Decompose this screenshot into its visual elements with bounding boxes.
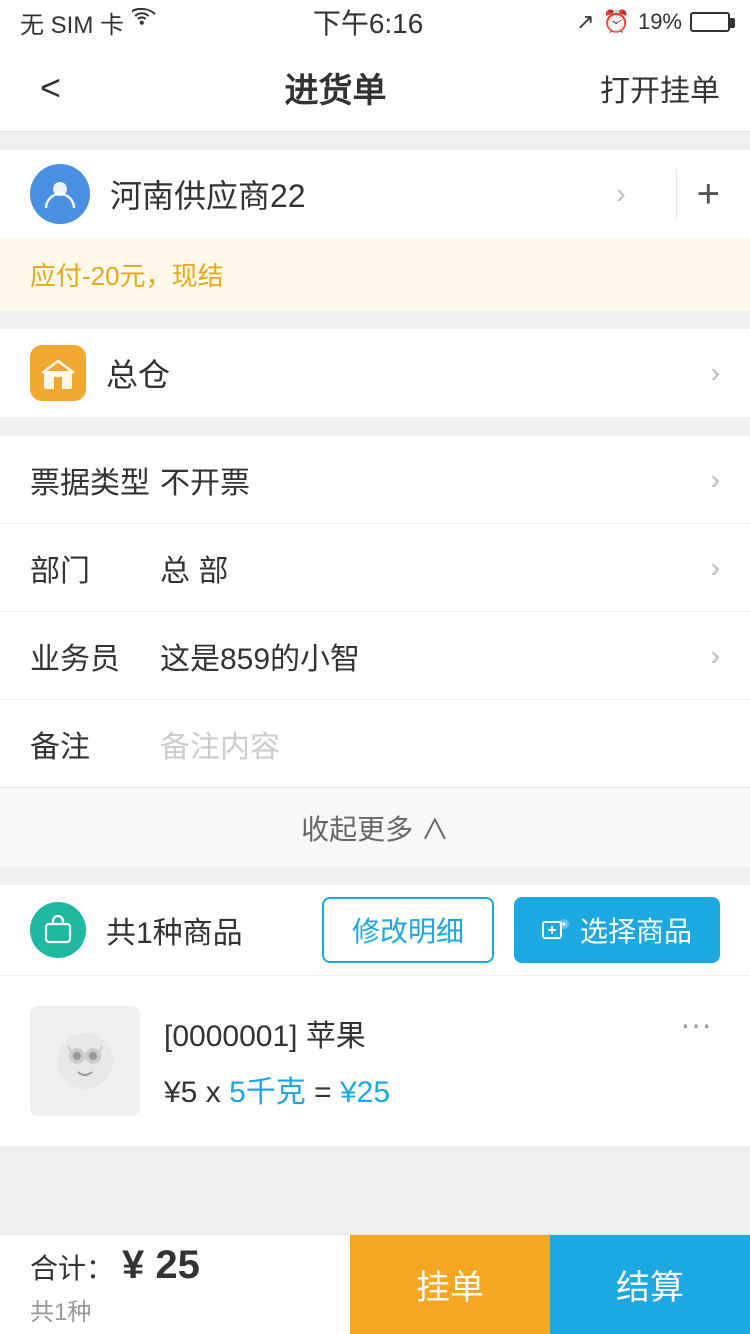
supplier-card: 河南供应商22 › + 应付-20元，现结 bbox=[0, 150, 750, 311]
invoice-arrow-icon: › bbox=[711, 464, 720, 496]
total-label: 合计： bbox=[30, 1247, 114, 1287]
select-product-label: 选择商品 bbox=[580, 910, 692, 950]
products-card: 共1种商品 修改明细 选择商品 bbox=[0, 885, 750, 1146]
form-card: 票据类型 不开票 › 部门 总 部 › 业务员 这是859的小智 › 备注 备注… bbox=[0, 435, 750, 787]
back-button[interactable]: < bbox=[30, 57, 71, 119]
invoice-value: 不开票 bbox=[160, 458, 711, 502]
product-total: ¥25 bbox=[340, 1076, 390, 1109]
product-unit-price: ¥5 bbox=[164, 1076, 197, 1109]
carrier-text: 无 SIM 卡 bbox=[20, 5, 124, 40]
settle-button[interactable]: 结算 bbox=[550, 1235, 750, 1334]
nav-bar: < 进货单 打开挂单 bbox=[0, 44, 750, 132]
status-time: 下午6:16 bbox=[313, 2, 424, 42]
page-title: 进货单 bbox=[285, 63, 387, 112]
select-product-button[interactable]: 选择商品 bbox=[514, 897, 720, 963]
remark-input[interactable]: 备注内容 bbox=[160, 722, 720, 766]
section-gap-3 bbox=[0, 417, 750, 435]
supplier-arrow-icon: › bbox=[616, 178, 625, 210]
battery-icon bbox=[690, 12, 730, 32]
department-value: 总 部 bbox=[160, 546, 711, 590]
salesman-value: 这是859的小智 bbox=[160, 634, 711, 678]
edit-detail-button[interactable]: 修改明细 bbox=[322, 897, 494, 963]
footer: 合计： ¥ 25 共1种 挂单 结算 bbox=[0, 1234, 750, 1334]
open-hold-button[interactable]: 打开挂单 bbox=[600, 66, 720, 110]
remark-row[interactable]: 备注 备注内容 bbox=[0, 699, 750, 787]
product-price-row: ¥5 x 5千克 = ¥25 bbox=[164, 1067, 648, 1111]
alarm-icon: ⏰ bbox=[603, 9, 630, 35]
status-left: 无 SIM 卡 bbox=[20, 5, 160, 40]
product-thumbnail bbox=[30, 1006, 140, 1116]
department-row[interactable]: 部门 总 部 › bbox=[0, 523, 750, 611]
products-count: 共1种商品 bbox=[106, 908, 302, 952]
status-bar: 无 SIM 卡 下午6:16 ↗ ⏰ 19% bbox=[0, 0, 750, 44]
department-arrow-icon: › bbox=[711, 552, 720, 584]
supplier-row[interactable]: 河南供应商22 › + bbox=[0, 150, 750, 238]
invoice-label: 票据类型 bbox=[30, 458, 160, 502]
hold-button[interactable]: 挂单 bbox=[350, 1235, 550, 1334]
footer-total: 合计： ¥ 25 共1种 bbox=[0, 1243, 350, 1327]
department-label: 部门 bbox=[30, 546, 160, 590]
warehouse-row[interactable]: 总仓 › bbox=[0, 329, 750, 417]
location-icon: ↗ bbox=[576, 9, 594, 35]
warehouse-name: 总仓 bbox=[106, 350, 711, 396]
total-count: 共1种 bbox=[30, 1292, 320, 1327]
warehouse-icon bbox=[30, 345, 86, 401]
footer-total-line1: 合计： ¥ 25 bbox=[30, 1243, 320, 1288]
products-header: 共1种商品 修改明细 选择商品 bbox=[0, 885, 750, 975]
supplier-avatar bbox=[30, 164, 90, 224]
supplier-name: 河南供应商22 bbox=[110, 171, 616, 217]
warehouse-arrow-icon: › bbox=[711, 357, 720, 389]
salesman-row[interactable]: 业务员 这是859的小智 › bbox=[0, 611, 750, 699]
add-supplier-button[interactable]: + bbox=[697, 172, 720, 217]
salesman-arrow-icon: › bbox=[711, 640, 720, 672]
collapse-button[interactable]: 收起更多 ∧ bbox=[0, 787, 750, 867]
product-code: [0000001] bbox=[164, 1020, 297, 1053]
divider bbox=[676, 169, 677, 219]
warehouse-card[interactable]: 总仓 › bbox=[0, 329, 750, 417]
product-more-button[interactable]: ··· bbox=[672, 1006, 720, 1043]
remark-label: 备注 bbox=[30, 722, 160, 766]
section-gap-1 bbox=[0, 132, 750, 150]
payment-notice: 应付-20元，现结 bbox=[0, 238, 750, 311]
section-gap-2 bbox=[0, 311, 750, 329]
product-info: [0000001] 苹果 ¥5 x 5千克 = ¥25 bbox=[164, 1011, 648, 1111]
wifi-icon bbox=[132, 8, 160, 37]
battery-percent: 19% bbox=[638, 9, 682, 35]
status-right: ↗ ⏰ 19% bbox=[576, 9, 730, 35]
products-icon bbox=[30, 902, 86, 958]
product-name: [0000001] 苹果 bbox=[164, 1011, 648, 1055]
product-title: 苹果 bbox=[306, 1020, 366, 1053]
product-item: [0000001] 苹果 ¥5 x 5千克 = ¥25 ··· bbox=[0, 975, 750, 1146]
total-amount: ¥ 25 bbox=[122, 1243, 200, 1288]
product-quantity: 5千克 bbox=[229, 1076, 306, 1109]
invoice-row[interactable]: 票据类型 不开票 › bbox=[0, 435, 750, 523]
section-gap-4 bbox=[0, 867, 750, 885]
salesman-label: 业务员 bbox=[30, 634, 160, 678]
